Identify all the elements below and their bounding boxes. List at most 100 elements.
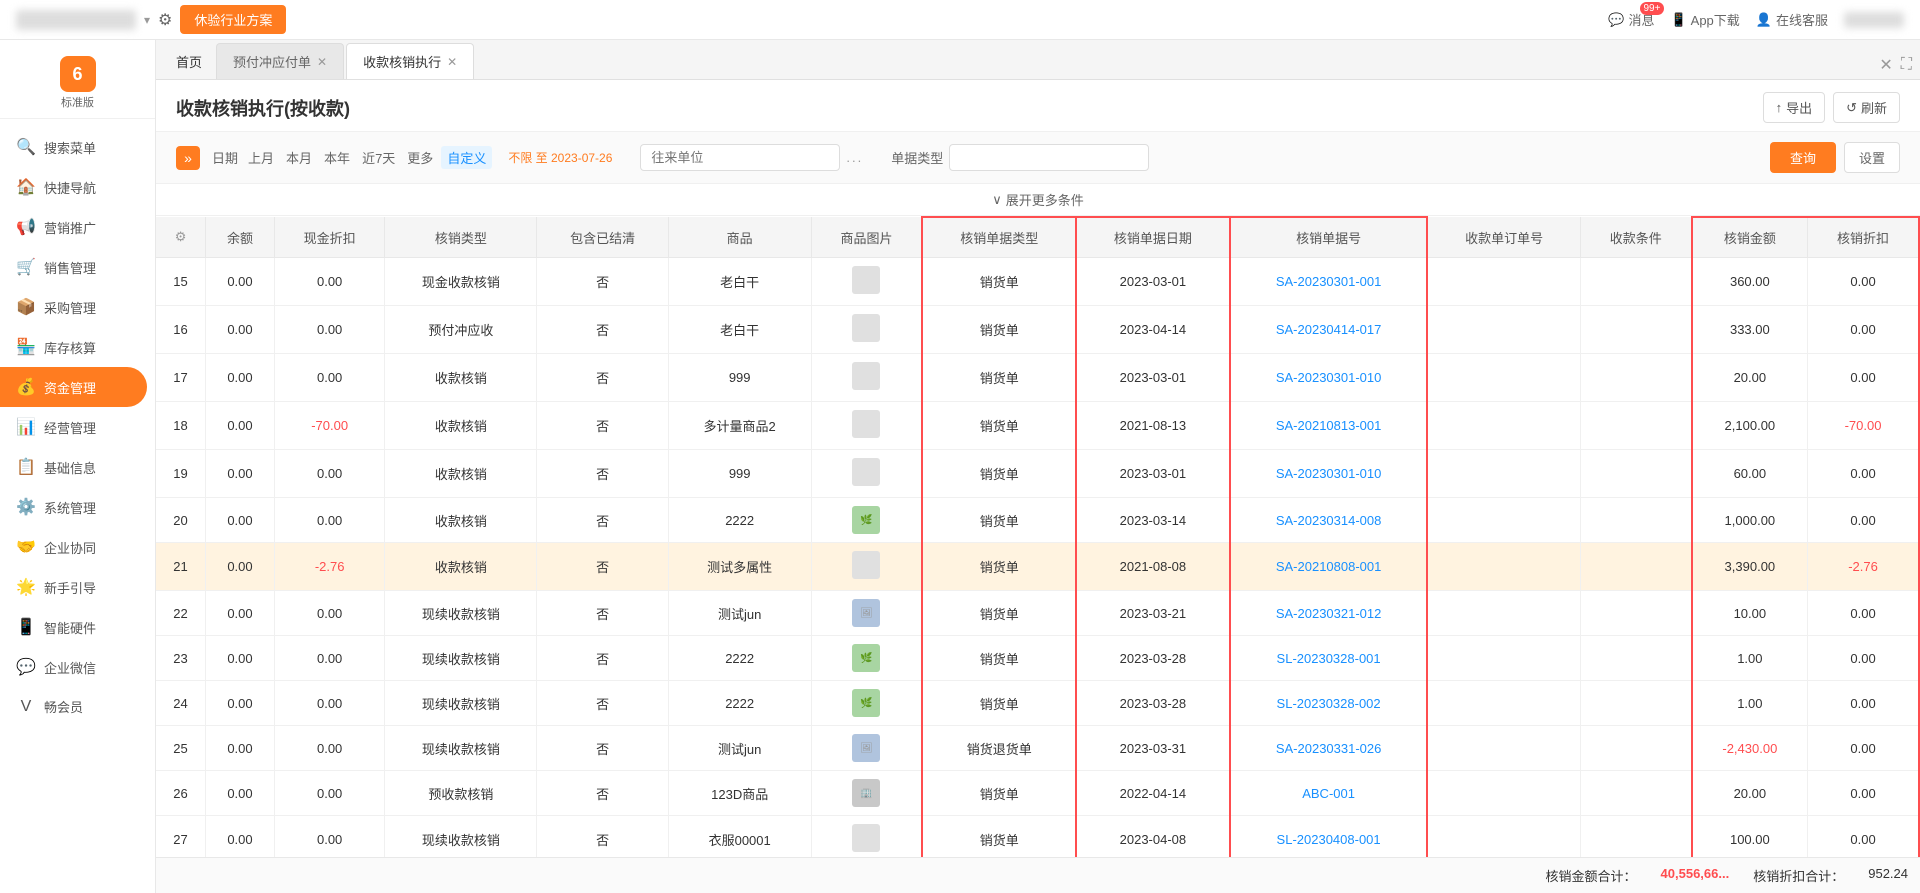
td-writeoff-type-9: 现续收款核销 (385, 681, 537, 726)
sidebar-item-finance[interactable]: 💰 资金管理 (0, 367, 147, 407)
td-voucher-no-3[interactable]: SA-20210813-001 (1230, 402, 1428, 450)
tab-prepay[interactable]: 预付冲应付单 ✕ (216, 43, 344, 79)
td-receipt-order-no-11 (1427, 771, 1580, 816)
voucher-no-link-10[interactable]: SA-20230331-026 (1276, 741, 1382, 756)
sidebar-item-inventory[interactable]: 🏪 库存核算 (0, 327, 155, 367)
td-writeoff-discount-1: 0.00 (1808, 306, 1919, 354)
export-btn[interactable]: ↑ 导出 (1763, 92, 1826, 123)
settings-icon[interactable]: ⚙ (158, 10, 172, 30)
sidebar-item-operations[interactable]: 📊 经营管理 (0, 407, 155, 447)
industry-btn[interactable]: 休验行业方案 (180, 5, 286, 34)
td-voucher-no-12[interactable]: SL-20230408-001 (1230, 816, 1428, 858)
th-voucher-no: 核销单据号 (1230, 217, 1428, 258)
voucher-type-select[interactable] (949, 144, 1149, 171)
td-voucher-no-9[interactable]: SL-20230328-002 (1230, 681, 1428, 726)
expand-filter-btn[interactable]: » (176, 146, 200, 170)
more-dates-btn[interactable]: 更多 (403, 146, 437, 169)
voucher-no-link-0[interactable]: SA-20230301-001 (1276, 274, 1382, 289)
query-btn[interactable]: 查询 (1770, 142, 1836, 173)
expand-more-btn[interactable]: ∨ 展开更多条件 (992, 190, 1084, 209)
td-voucher-no-1[interactable]: SA-20230414-017 (1230, 306, 1428, 354)
td-voucher-no-4[interactable]: SA-20230301-010 (1230, 450, 1428, 498)
th-gear[interactable]: ⚙ (156, 217, 206, 258)
voucher-no-link-9[interactable]: SL-20230328-002 (1277, 696, 1381, 711)
td-product-6: 测试多属性 (668, 543, 811, 591)
custom-date-btn[interactable]: 自定义 (441, 146, 492, 169)
sidebar-item-marketing[interactable]: 📢 营销推广 (0, 207, 155, 247)
td-writeoff-discount-0: 0.00 (1808, 258, 1919, 306)
app-download-btn[interactable]: 📱 App下载 (1670, 10, 1739, 29)
voucher-no-link-8[interactable]: SL-20230328-001 (1277, 651, 1381, 666)
td-receipt-condition-11 (1580, 771, 1691, 816)
last-7-days-btn[interactable]: 近7天 (358, 146, 399, 169)
this-year-btn[interactable]: 本年 (320, 146, 354, 169)
voucher-no-link-3[interactable]: SA-20210813-001 (1276, 418, 1382, 433)
td-voucher-date-7: 2023-03-21 (1076, 591, 1230, 636)
td-voucher-no-7[interactable]: SA-20230321-012 (1230, 591, 1428, 636)
sidebar-item-sales[interactable]: 🛒 销售管理 (0, 247, 155, 287)
td-voucher-date-5: 2023-03-14 (1076, 498, 1230, 543)
sidebar: 6 标准版 🔍 搜索菜单 🏠 快捷导航 📢 营销推广 🛒 销售管理 📦 采购管理… (0, 40, 156, 893)
online-service-btn[interactable]: 👤 在线客服 (1756, 10, 1828, 29)
td-writeoff-discount-6: -2.76 (1808, 543, 1919, 591)
app-download-label: App下载 (1691, 10, 1740, 29)
tab-close-all-icon[interactable]: ✕ (1879, 55, 1892, 75)
top-bar: ▾ ⚙ 休验行业方案 💬 消息 99+ 📱 App下载 👤 在线客服 (0, 0, 1920, 40)
td-voucher-no-2[interactable]: SA-20230301-010 (1230, 354, 1428, 402)
logo-icon: 6 (60, 56, 96, 92)
td-voucher-no-10[interactable]: SA-20230331-026 (1230, 726, 1428, 771)
table-container[interactable]: ⚙ 余额 现金折扣 核销类型 包含已结清 商品 商品图片 核销单据类型 核销单据… (156, 216, 1920, 857)
refresh-btn[interactable]: ↺ 刷新 (1833, 92, 1900, 123)
sidebar-item-vip[interactable]: V 畅会员 (0, 687, 155, 726)
voucher-no-link-1[interactable]: SA-20230414-017 (1276, 322, 1382, 337)
td-voucher-date-3: 2021-08-13 (1076, 402, 1230, 450)
tab-home[interactable]: 首页 (164, 44, 214, 79)
filter-settings-btn[interactable]: 设置 (1844, 142, 1900, 173)
voucher-no-link-7[interactable]: SA-20230321-012 (1276, 606, 1382, 621)
sidebar-label-wechat: 企业微信 (44, 658, 96, 677)
voucher-no-link-12[interactable]: SL-20230408-001 (1277, 832, 1381, 847)
voucher-no-link-4[interactable]: SA-20230301-010 (1276, 466, 1382, 481)
td-voucher-no-0[interactable]: SA-20230301-001 (1230, 258, 1428, 306)
sidebar-item-corp[interactable]: 🤝 企业协同 (0, 527, 155, 567)
td-receipt-order-no-9 (1427, 681, 1580, 726)
sidebar-item-quick-nav[interactable]: 🏠 快捷导航 (0, 167, 155, 207)
td-product-img-7: 🖼 (811, 591, 922, 636)
td-balance-2: 0.00 (206, 354, 275, 402)
td-voucher-no-6[interactable]: SA-20210808-001 (1230, 543, 1428, 591)
tab-prepay-close[interactable]: ✕ (317, 55, 327, 69)
td-include-closed-9: 否 (537, 681, 668, 726)
message-icon: 💬 (1608, 12, 1624, 28)
sidebar-item-search[interactable]: 🔍 搜索菜单 (0, 127, 155, 167)
td-writeoff-type-3: 收款核销 (385, 402, 537, 450)
sidebar-item-guide[interactable]: 🌟 新手引导 (0, 567, 155, 607)
this-month-btn[interactable]: 本月 (282, 146, 316, 169)
td-rownum-6: 21 (156, 543, 206, 591)
dropdown-arrow-icon[interactable]: ▾ (144, 13, 150, 27)
counterparty-input[interactable] (640, 144, 840, 171)
table-header-row: ⚙ 余额 现金折扣 核销类型 包含已结清 商品 商品图片 核销单据类型 核销单据… (156, 217, 1919, 258)
tab-collect[interactable]: 收款核销执行 ✕ (346, 43, 474, 79)
voucher-no-link-6[interactable]: SA-20210808-001 (1276, 559, 1382, 574)
voucher-no-link-2[interactable]: SA-20230301-010 (1276, 370, 1382, 385)
td-voucher-no-5[interactable]: SA-20230314-008 (1230, 498, 1428, 543)
td-include-closed-10: 否 (537, 726, 668, 771)
td-receipt-order-no-0 (1427, 258, 1580, 306)
tab-maximize-icon[interactable]: ⛶ (1901, 56, 1912, 74)
sidebar-item-system[interactable]: ⚙️ 系统管理 (0, 487, 155, 527)
sidebar-item-hardware[interactable]: 📱 智能硬件 (0, 607, 155, 647)
sidebar-item-wechat[interactable]: 💬 企业微信 (0, 647, 155, 687)
last-month-btn[interactable]: 上月 (244, 146, 278, 169)
sidebar-label-corp: 企业协同 (44, 538, 96, 557)
td-rownum-4: 19 (156, 450, 206, 498)
message-btn[interactable]: 💬 消息 99+ (1608, 10, 1654, 29)
sidebar-item-basic[interactable]: 📋 基础信息 (0, 447, 155, 487)
voucher-no-link-5[interactable]: SA-20230314-008 (1276, 513, 1382, 528)
td-voucher-no-11[interactable]: ABC-001 (1230, 771, 1428, 816)
voucher-no-link-11[interactable]: ABC-001 (1302, 786, 1355, 801)
td-voucher-no-8[interactable]: SL-20230328-001 (1230, 636, 1428, 681)
tab-collect-close[interactable]: ✕ (447, 55, 457, 69)
td-voucher-date-11: 2022-04-14 (1076, 771, 1230, 816)
td-rownum-7: 22 (156, 591, 206, 636)
sidebar-item-purchase[interactable]: 📦 采购管理 (0, 287, 155, 327)
